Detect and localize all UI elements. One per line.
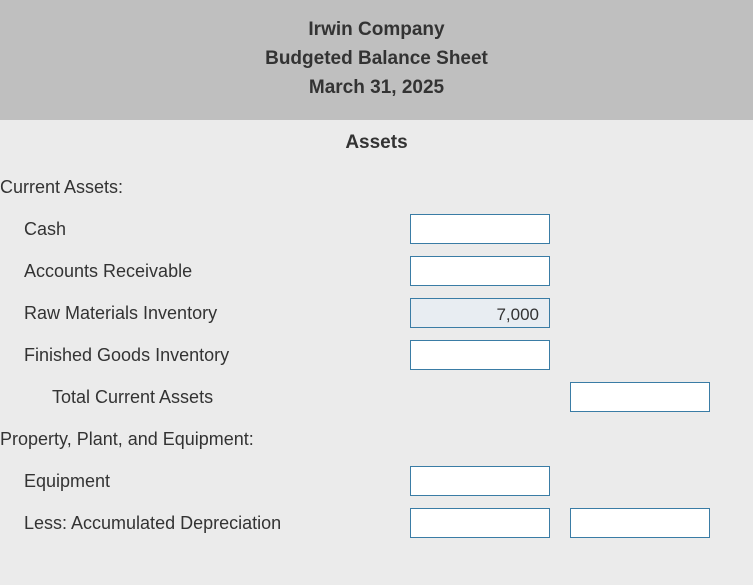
- row-total-current-assets: Total Current Assets: [0, 376, 753, 418]
- label-ppe: Property, Plant, and Equipment:: [0, 429, 400, 450]
- input-less-accum-depr-col1[interactable]: [410, 508, 550, 538]
- input-less-accum-depr-col2[interactable]: [570, 508, 710, 538]
- label-cash: Cash: [0, 219, 400, 240]
- row-cash: Cash: [0, 208, 753, 250]
- statement-title: Budgeted Balance Sheet: [0, 48, 753, 70]
- label-raw-materials: Raw Materials Inventory: [0, 303, 400, 324]
- label-equipment: Equipment: [0, 471, 400, 492]
- value-raw-materials[interactable]: 7,000: [410, 298, 550, 328]
- row-ppe-heading: Property, Plant, and Equipment:: [0, 418, 753, 460]
- assets-section-title: Assets: [0, 120, 753, 166]
- company-name: Irwin Company: [0, 19, 753, 41]
- row-equipment: Equipment: [0, 460, 753, 502]
- row-raw-materials: Raw Materials Inventory 7,000: [0, 292, 753, 334]
- balance-sheet-body: Current Assets: Cash Accounts Receivable…: [0, 166, 753, 544]
- row-less-accum-depr: Less: Accumulated Depreciation: [0, 502, 753, 544]
- input-finished-goods[interactable]: [410, 340, 550, 370]
- label-less-accum-depr: Less: Accumulated Depreciation: [0, 513, 400, 534]
- row-finished-goods: Finished Goods Inventory: [0, 334, 753, 376]
- label-current-assets: Current Assets:: [0, 177, 400, 198]
- row-current-assets-heading: Current Assets:: [0, 166, 753, 208]
- label-finished-goods: Finished Goods Inventory: [0, 345, 400, 366]
- label-total-current-assets: Total Current Assets: [0, 387, 400, 408]
- input-equipment[interactable]: [410, 466, 550, 496]
- input-accounts-receivable[interactable]: [410, 256, 550, 286]
- statement-header: Irwin Company Budgeted Balance Sheet Mar…: [0, 0, 753, 120]
- statement-date: March 31, 2025: [0, 77, 753, 99]
- input-cash[interactable]: [410, 214, 550, 244]
- label-accounts-receivable: Accounts Receivable: [0, 261, 400, 282]
- input-total-current-assets[interactable]: [570, 382, 710, 412]
- row-accounts-receivable: Accounts Receivable: [0, 250, 753, 292]
